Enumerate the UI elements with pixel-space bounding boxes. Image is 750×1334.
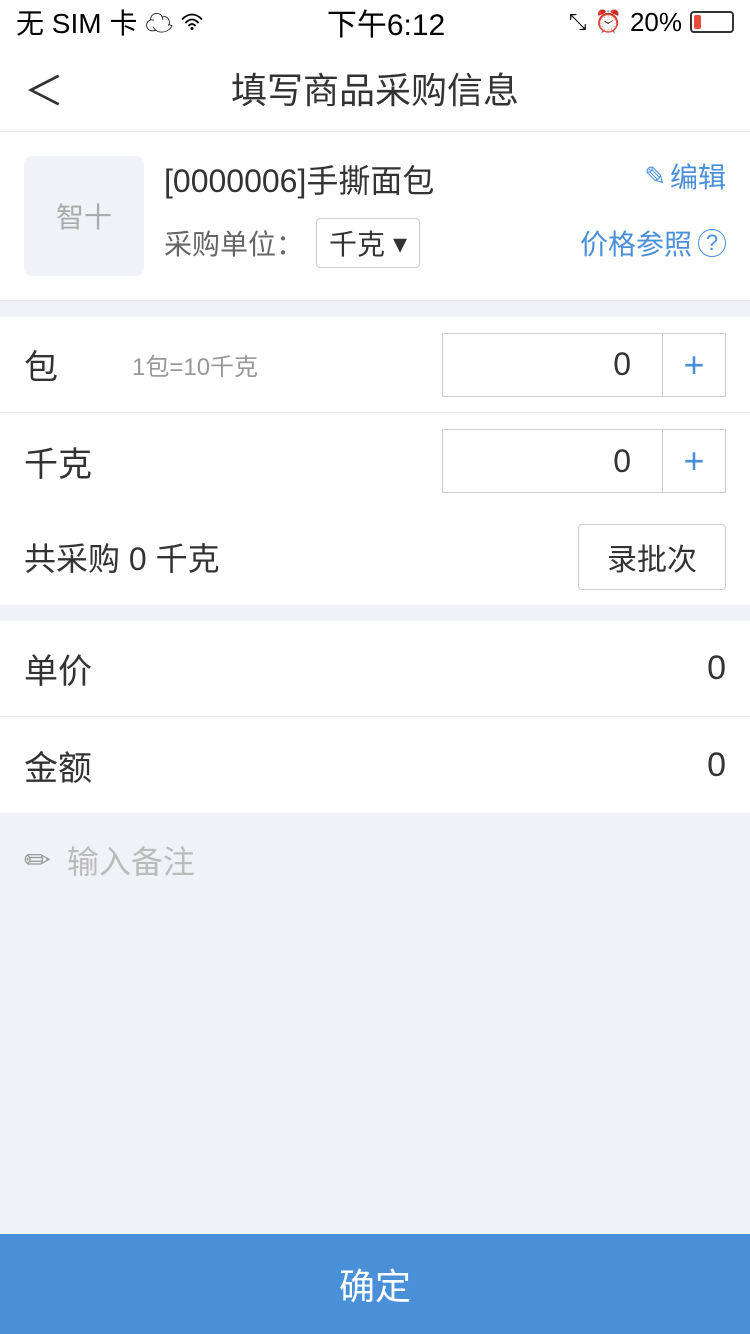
product-info: [0000006]手撕面包 ✎ 编辑 采购单位： 千克 ▾ 价格参照 ? — [164, 156, 726, 268]
total-section: 共采购 0 千克 录批次 — [0, 509, 750, 605]
unit-value: 千克 — [329, 223, 385, 263]
product-name: [0000006]手撕面包 — [164, 156, 434, 202]
section-divider-1 — [0, 301, 750, 317]
total-amount: 0 — [129, 541, 147, 577]
status-right: ⤡ ⏰ 20% — [569, 7, 734, 38]
price-label: 单价 — [24, 644, 92, 693]
amount-label: 金额 — [24, 741, 92, 790]
price-value: 0 — [707, 649, 726, 688]
battery-icon — [690, 11, 734, 33]
product-card: 智十 [0000006]手撕面包 ✎ 编辑 采购单位： 千克 ▾ 价格参照 ? — [0, 132, 750, 301]
total-text: 共采购 0 千克 — [24, 534, 578, 580]
total-prefix: 共采购 — [24, 541, 120, 577]
kg-qty-wrap: + — [442, 429, 726, 493]
amount-value: 0 — [707, 746, 726, 785]
wifi-icon — [181, 6, 203, 38]
product-logo-text: 智十 — [56, 196, 112, 236]
page-title: 填写商品采购信息 — [231, 62, 519, 114]
product-unit-row: 采购单位： 千克 ▾ 价格参照 ? — [164, 218, 726, 268]
bag-qty-input[interactable] — [442, 333, 662, 397]
total-unit: 千克 — [156, 541, 220, 577]
remark-section[interactable]: ✏ 输入备注 — [0, 813, 750, 907]
sim-status: 无 SIM 卡 ☁ — [16, 2, 173, 42]
battery-percent: 20% — [630, 7, 682, 38]
confirm-button[interactable]: 确定 — [0, 1234, 750, 1334]
unit-label: 采购单位： — [164, 223, 304, 263]
batch-button[interactable]: 录批次 — [578, 524, 726, 590]
quantity-input-section: 包 1包=10千克 + 千克 + — [0, 317, 750, 509]
price-row: 单价 0 — [0, 621, 750, 717]
question-icon: ? — [698, 229, 726, 257]
product-header: [0000006]手撕面包 ✎ 编辑 — [164, 156, 726, 202]
back-button[interactable]: ＜ — [24, 59, 64, 117]
bag-plus-button[interactable]: + — [662, 333, 726, 397]
kg-qty-input[interactable] — [442, 429, 662, 493]
kg-label: 千克 — [24, 437, 124, 486]
bag-qty-wrap: + — [442, 333, 726, 397]
alarm-icon: ⏰ — [595, 9, 622, 35]
amount-row: 金额 0 — [0, 717, 750, 813]
nav-bar: ＜ 填写商品采购信息 — [0, 44, 750, 132]
location-icon: ⤡ — [569, 9, 587, 35]
unit-select[interactable]: 千克 ▾ — [316, 218, 420, 268]
price-ref-label: 价格参照 — [580, 223, 692, 263]
bag-input-row: 包 1包=10千克 + — [0, 317, 750, 413]
product-thumbnail: 智十 — [24, 156, 144, 276]
edit-label: 编辑 — [670, 156, 726, 196]
info-section: 单价 0 金额 0 — [0, 621, 750, 813]
edit-button[interactable]: ✎ 编辑 — [644, 156, 726, 196]
status-left: 无 SIM 卡 ☁ — [16, 2, 203, 42]
kg-plus-button[interactable]: + — [662, 429, 726, 493]
remark-placeholder: 输入备注 — [67, 837, 195, 883]
bag-label: 包 — [24, 340, 124, 389]
status-time: 下午6:12 — [327, 0, 445, 44]
pencil-icon: ✏ — [24, 841, 51, 879]
content-area — [0, 907, 750, 1247]
kg-input-row: 千克 + — [0, 413, 750, 509]
edit-icon: ✎ — [644, 161, 666, 192]
status-bar: 无 SIM 卡 ☁ 下午6:12 ⤡ ⏰ 20% — [0, 0, 750, 44]
chevron-down-icon: ▾ — [393, 227, 407, 260]
price-ref-button[interactable]: 价格参照 ? — [580, 223, 726, 263]
bag-sub-label: 1包=10千克 — [132, 347, 258, 382]
section-divider-2 — [0, 605, 750, 621]
